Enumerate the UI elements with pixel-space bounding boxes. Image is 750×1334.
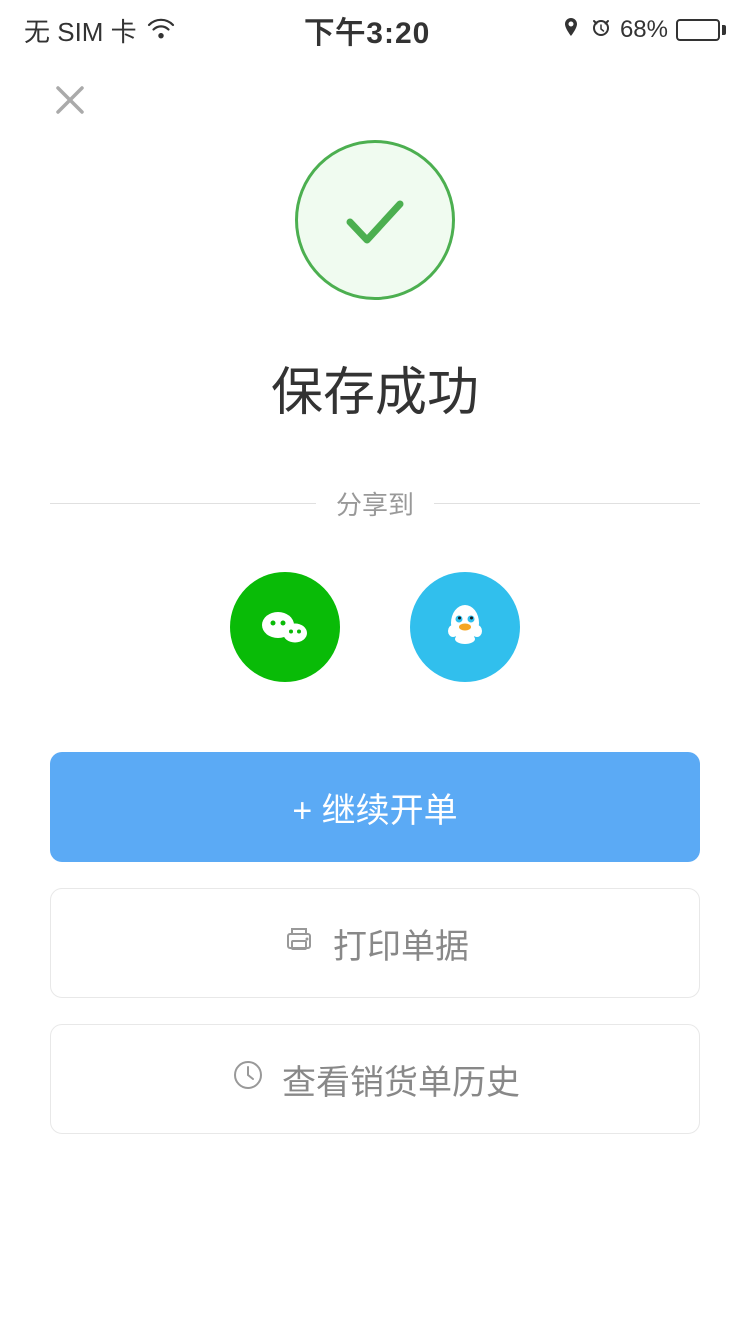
print-button[interactable]: 打印单据 [50,888,700,998]
close-button[interactable] [40,70,100,130]
print-icon [281,921,317,966]
wechat-share-button[interactable] [230,572,340,682]
share-divider: 分享到 [50,485,700,522]
sim-text: 无 SIM 卡 [24,12,137,49]
location-icon [560,16,582,45]
status-left: 无 SIM 卡 [24,12,175,49]
divider-right [434,503,700,504]
status-right: 68% [560,16,726,45]
continue-order-label: + 继续开单 [292,783,457,832]
status-bar: 无 SIM 卡 下午3:20 68% [0,0,750,60]
success-title: 保存成功 [271,350,479,425]
success-circle [295,140,455,300]
alarm-icon [590,16,612,45]
status-time: 下午3:20 [304,8,430,52]
divider-left [50,503,316,504]
qq-share-button[interactable] [410,572,520,682]
action-buttons: + 继续开单 打印单据 查看销货单历史 [50,752,700,1134]
history-button[interactable]: 查看销货单历史 [50,1024,700,1134]
main-content: 保存成功 分享到 [0,60,750,1134]
continue-order-button[interactable]: + 继续开单 [50,752,700,862]
history-icon [230,1057,266,1102]
share-icons [230,572,520,682]
divider-label: 分享到 [336,485,414,522]
wifi-icon [147,15,175,46]
print-label: 打印单据 [333,919,469,968]
battery-percent: 68% [620,16,668,44]
history-label: 查看销货单历史 [282,1055,520,1104]
battery-icon [676,19,726,41]
